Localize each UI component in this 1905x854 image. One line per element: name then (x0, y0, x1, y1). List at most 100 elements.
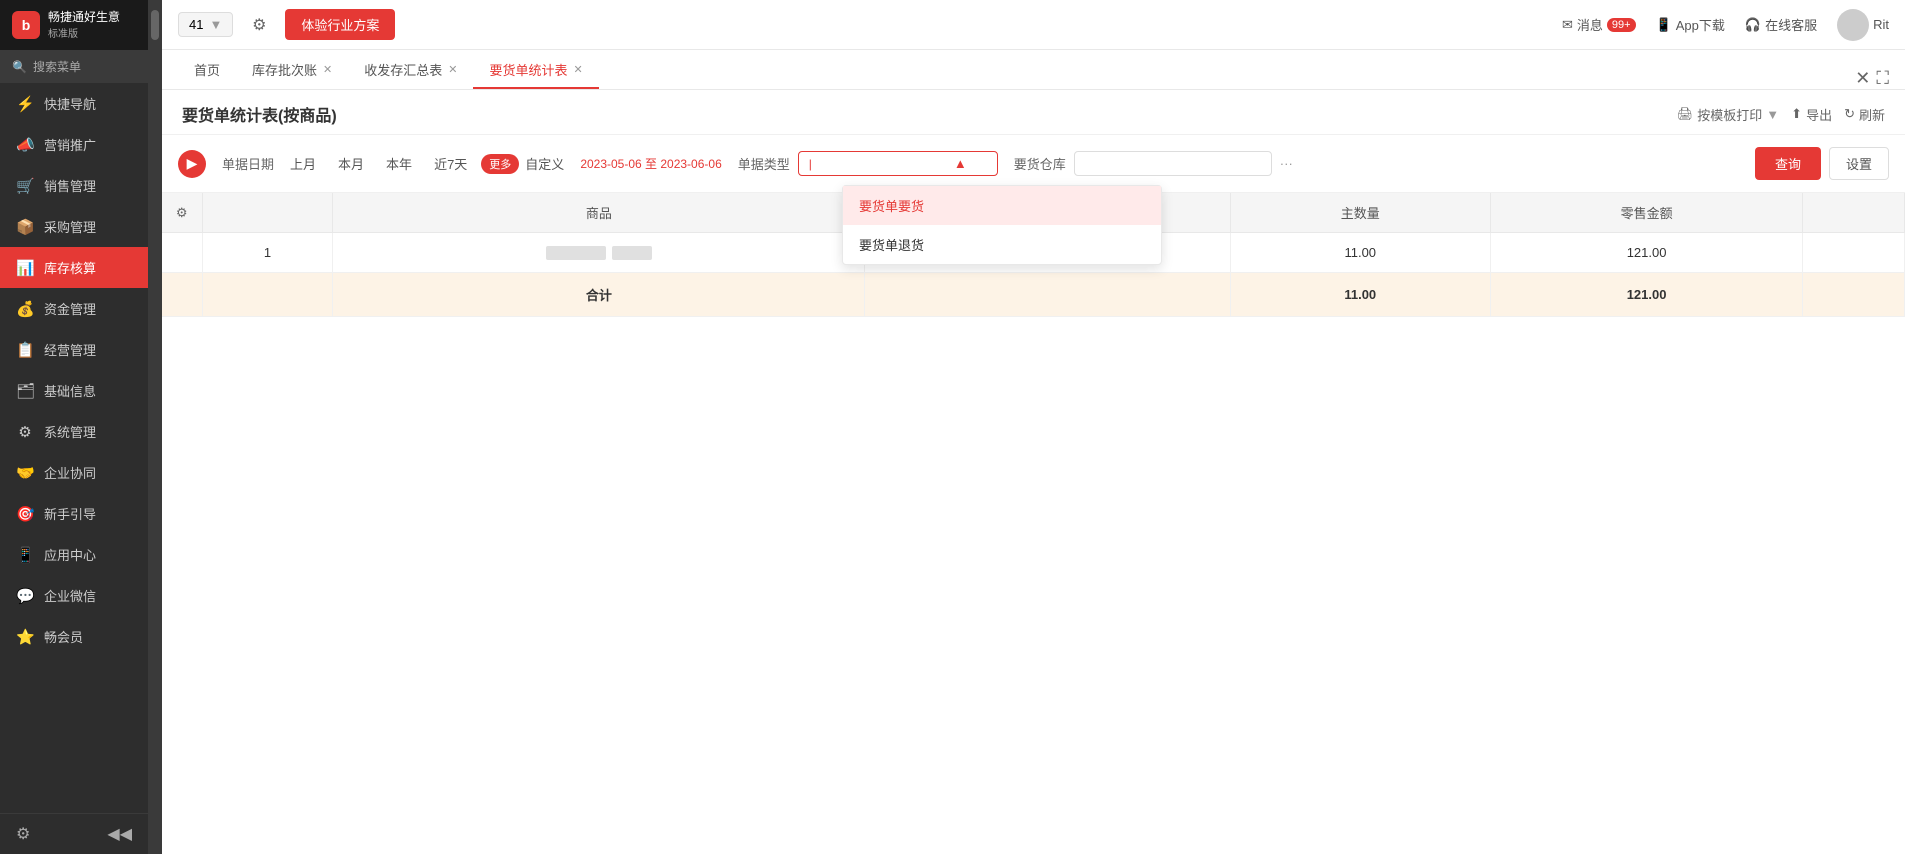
date-custom[interactable]: 自定义 (525, 154, 564, 173)
row-seq-cell: 1 (202, 233, 333, 273)
warehouse-filter-group: 要货仓库 ··· (1014, 151, 1293, 176)
app-download-label: App下载 (1676, 15, 1725, 34)
warehouse-filter-label: 要货仓库 (1014, 154, 1066, 173)
refresh-btn[interactable]: ↻ 刷新 (1844, 105, 1885, 124)
app-download-btn[interactable]: 📱 App下载 (1656, 15, 1725, 34)
tab-home[interactable]: 首页 (178, 52, 236, 89)
tab-shipment-summary[interactable]: 收发存汇总表 ✕ (348, 52, 473, 89)
messages-btn[interactable]: ✉ 消息 99+ (1562, 15, 1636, 34)
query-btn[interactable]: 查询 (1755, 147, 1821, 180)
product-placeholder-2 (612, 246, 652, 260)
sidebar-search[interactable]: 🔍 搜索菜单 (0, 50, 148, 83)
online-service-label: 在线客服 (1765, 15, 1817, 34)
page-title: 要货单统计表(按商品) (182, 102, 337, 126)
tab-inventory-batch[interactable]: 库存批次账 ✕ (236, 52, 348, 89)
dropdown-item-requisition-order[interactable]: 要货单要货 (843, 186, 1161, 225)
messages-badge: 99+ (1607, 18, 1636, 32)
type-dropdown: 要货单要货 要货单退货 (842, 185, 1162, 265)
sidebar-item-marketing[interactable]: 📣 营销推广 (0, 124, 148, 165)
mobile-icon: 📱 (1656, 17, 1672, 33)
export-btn[interactable]: ⬆ 导出 (1791, 105, 1832, 124)
tab-inventory-batch-close[interactable]: ✕ (323, 63, 332, 76)
sidebar-item-label: 应用中心 (44, 545, 96, 564)
sidebar-item-member[interactable]: ⭐ 畅会员 (0, 616, 148, 657)
sidebar-item-guide[interactable]: 🎯 新手引导 (0, 493, 148, 534)
sidebar-item-label: 销售管理 (44, 176, 96, 195)
row-quantity-cell: 11.00 (1230, 233, 1490, 273)
header-settings-btn[interactable]: ⚙ (245, 11, 273, 39)
sidebar-scroll-thumb[interactable] (151, 10, 159, 40)
date-filter-group: 单据日期 上月 本月 本年 近7天 更多 自定义 (222, 151, 564, 176)
sidebar-bottom: ⚙ ◀◀ (0, 813, 148, 854)
date-shortcut-more[interactable]: 更多 (481, 154, 519, 174)
refresh-icon: ↻ (1844, 106, 1855, 122)
tabs-maximize-icon[interactable]: ⛶ (1876, 68, 1889, 89)
export-icon: ⬆ (1791, 106, 1802, 122)
sidebar-item-basic[interactable]: 🗂 基础信息 (0, 370, 148, 411)
purchase-icon: 📦 (16, 218, 34, 236)
user-avatar[interactable]: Rit (1837, 9, 1889, 41)
sidebar-scroll-track[interactable] (148, 0, 162, 854)
product-placeholder-1 (546, 246, 606, 260)
quick-nav-icon: ⚡ (16, 95, 34, 113)
sidebar-item-system[interactable]: ⚙ 系统管理 (0, 411, 148, 452)
sidebar-item-label: 企业微信 (44, 586, 96, 605)
sidebar-item-wechat[interactable]: 💬 企业微信 (0, 575, 148, 616)
sidebar-item-enterprise[interactable]: 🤝 企业协同 (0, 452, 148, 493)
row-extra-cell (1803, 233, 1905, 273)
date-shortcut-7days[interactable]: 近7天 (426, 151, 475, 176)
sidebar-logo: b 畅捷通好生意 标准版 (0, 0, 148, 50)
warehouse-input[interactable] (1074, 151, 1272, 176)
col-product-header: 商品 (333, 193, 865, 233)
row-settings-cell (162, 233, 202, 273)
sidebar-item-purchase[interactable]: 📦 采购管理 (0, 206, 148, 247)
date-shortcut-this-year[interactable]: 本年 (378, 151, 420, 176)
page-body: 要货单统计表(按商品) 🖨 按模板打印 ▼ ⬆ 导出 ↻ 刷新 (162, 90, 1905, 854)
sidebar-item-label: 企业协同 (44, 463, 96, 482)
appcenter-icon: 📱 (16, 546, 34, 564)
type-select[interactable]: | ▲ (798, 151, 998, 176)
messages-label: 消息 (1577, 15, 1603, 34)
sidebar-item-appcenter[interactable]: 📱 应用中心 (0, 534, 148, 575)
tab-inventory-batch-label: 库存批次账 (252, 60, 317, 79)
sidebar-item-label: 经营管理 (44, 340, 96, 359)
workspace-selector[interactable]: 41 ▼ (178, 12, 233, 37)
trial-btn[interactable]: 体验行业方案 (285, 9, 395, 40)
sidebar-item-label: 采购管理 (44, 217, 96, 236)
summary-extra-cell (1803, 273, 1905, 317)
sales-icon: 🛒 (16, 177, 34, 195)
online-service-btn[interactable]: 🎧 在线客服 (1745, 15, 1817, 34)
tabs-close-all-icon[interactable]: ✕ (1855, 68, 1870, 89)
col-amount-header: 零售金额 (1490, 193, 1803, 233)
warehouse-more-icon[interactable]: ··· (1280, 156, 1293, 171)
sidebar-item-inventory[interactable]: 📊 库存核算 (0, 247, 148, 288)
settings-bottom-icon[interactable]: ⚙ (16, 824, 30, 844)
search-icon: 🔍 (12, 60, 27, 74)
filter-expand-btn[interactable]: ▶ (178, 150, 206, 178)
date-shortcut-this-month[interactable]: 本月 (330, 151, 372, 176)
marketing-icon: 📣 (16, 136, 34, 154)
column-settings-icon[interactable]: ⚙ (176, 205, 188, 220)
tab-shipment-summary-close[interactable]: ✕ (448, 63, 457, 76)
sidebar-item-label: 新手引导 (44, 504, 96, 523)
col-quantity-header: 主数量 (1230, 193, 1490, 233)
tab-requisition-stat-close[interactable]: ✕ (574, 63, 583, 76)
sidebar-item-sales[interactable]: 🛒 销售管理 (0, 165, 148, 206)
sidebar-item-finance[interactable]: 💰 资金管理 (0, 288, 148, 329)
dropdown-item-requisition-return[interactable]: 要货单退货 (843, 225, 1161, 264)
print-btn[interactable]: 🖨 按模板打印 ▼ (1677, 105, 1779, 124)
type-select-value: | (809, 157, 812, 171)
collapse-icon[interactable]: ◀◀ (107, 824, 132, 844)
operations-icon: 📋 (16, 341, 34, 359)
type-select-arrow: ▲ (954, 156, 967, 171)
tab-requisition-stat[interactable]: 要货单统计表 ✕ (473, 52, 598, 89)
avatar-image (1837, 9, 1869, 41)
date-filter-label: 单据日期 (222, 154, 274, 173)
date-shortcut-last-month[interactable]: 上月 (282, 151, 324, 176)
summary-row: 合计 11.00 121.00 (162, 273, 1905, 317)
sidebar-item-operations[interactable]: 📋 经营管理 (0, 329, 148, 370)
sidebar-item-label: 资金管理 (44, 299, 96, 318)
sidebar-item-quick-nav[interactable]: ⚡ 快捷导航 (0, 83, 148, 124)
settings-filter-btn[interactable]: 设置 (1829, 147, 1889, 180)
export-label: 导出 (1806, 105, 1832, 124)
